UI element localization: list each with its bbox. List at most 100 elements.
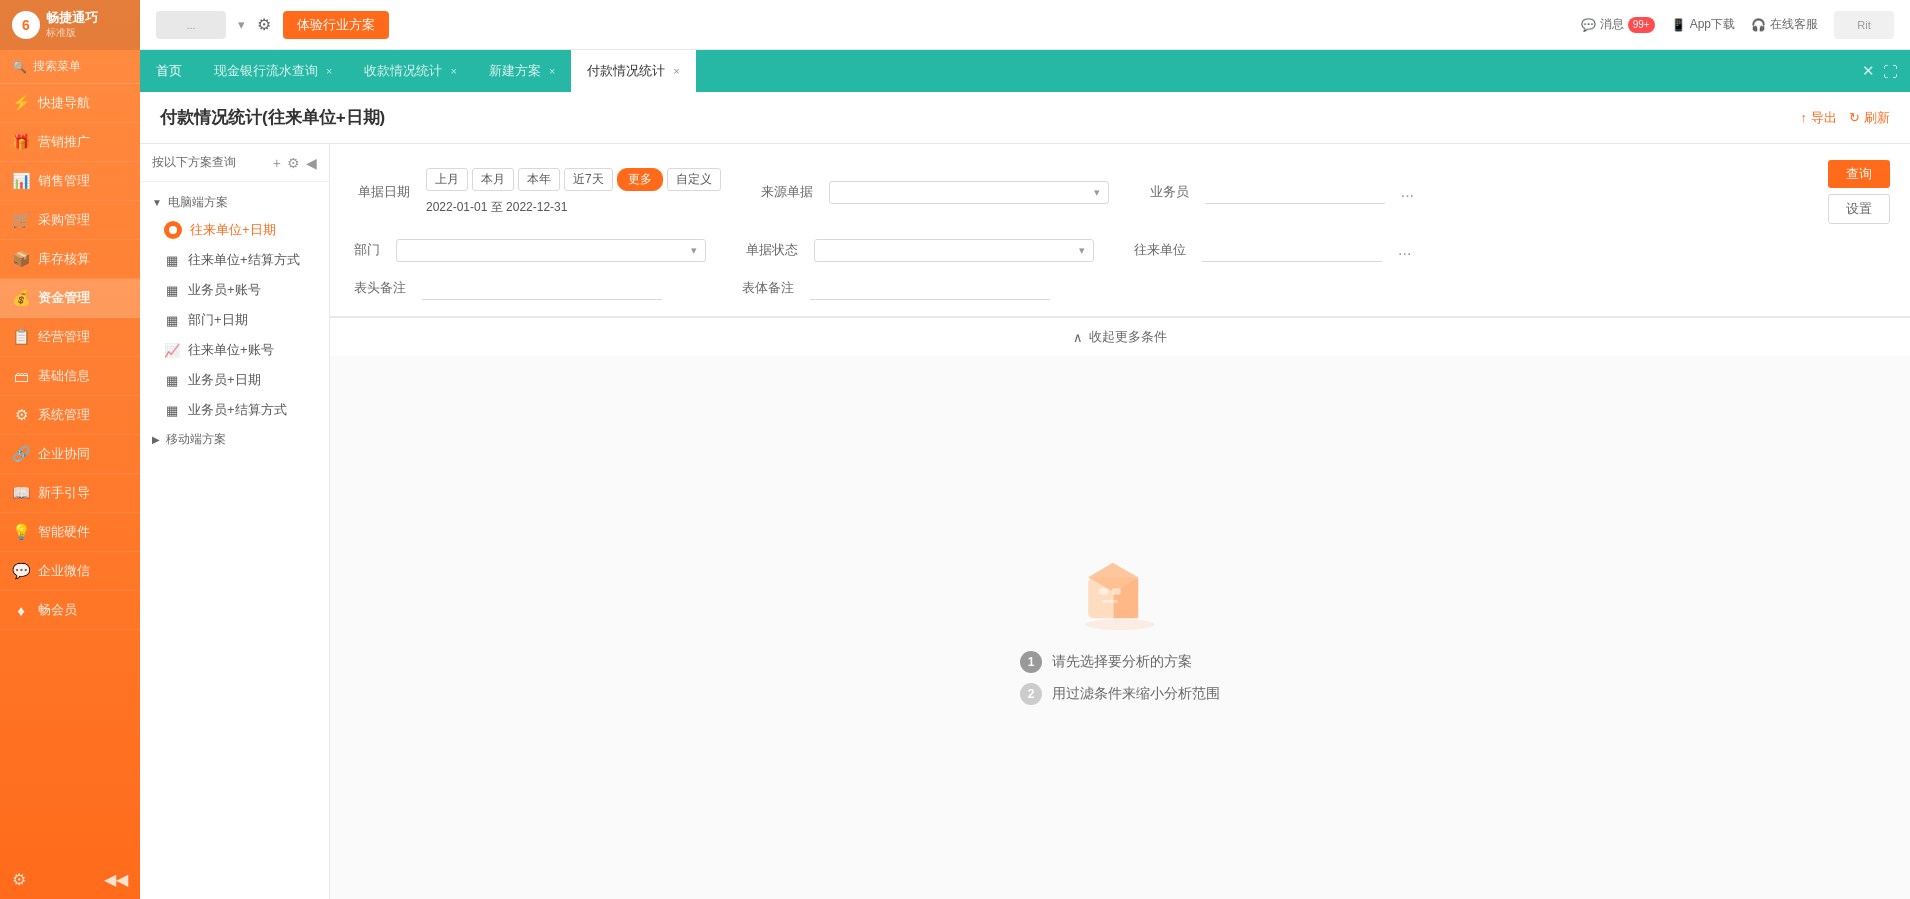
sidebar-item-purchase[interactable]: 🛒 采购管理 bbox=[0, 201, 140, 240]
scheme-panel: 按以下方案查询 + ⚙ ◀ ▼ 电脑端方案 bbox=[140, 144, 330, 899]
sidebar-item-sales[interactable]: 📊 销售管理 bbox=[0, 162, 140, 201]
collapse-sidebar-icon[interactable]: ◀◀ bbox=[104, 870, 128, 889]
scheme-collapse-icon[interactable]: ◀ bbox=[306, 155, 317, 171]
tab-receipt-stats[interactable]: 收款情况统计 × bbox=[348, 50, 472, 92]
settings-btn[interactable]: 设置 bbox=[1828, 194, 1890, 224]
tab-home[interactable]: 首页 bbox=[140, 50, 198, 92]
marketing-icon: 🎁 bbox=[12, 133, 30, 151]
dept-select[interactable]: ▾ bbox=[396, 239, 706, 262]
phone-icon: 📱 bbox=[1671, 18, 1686, 32]
partner-label: 往来单位 bbox=[1130, 241, 1186, 259]
search-icon: 🔍 bbox=[12, 60, 27, 74]
sidebar-item-vip[interactable]: ♦ 畅会员 bbox=[0, 591, 140, 630]
query-btn[interactable]: 查询 bbox=[1828, 160, 1890, 188]
sales-icon: 📊 bbox=[12, 172, 30, 190]
sidebar-item-weixin[interactable]: 💬 企业微信 bbox=[0, 552, 140, 591]
notification-icon: 💬 bbox=[1581, 18, 1596, 32]
tab-maximize-icon[interactable]: ⛶ bbox=[1883, 63, 1898, 80]
page-header-actions: ↑ 导出 ↻ 刷新 bbox=[1801, 109, 1891, 127]
empty-hint-2: 2 用过滤条件来缩小分析范围 bbox=[1020, 683, 1220, 705]
tab-close-receipt-stats[interactable]: × bbox=[450, 65, 456, 77]
guide-icon: 📖 bbox=[12, 484, 30, 502]
tab-close-payment-stats[interactable]: × bbox=[673, 65, 679, 77]
user-avatar[interactable]: Rit bbox=[1834, 11, 1894, 39]
sidebar-item-basic-info[interactable]: 🗃 基础信息 bbox=[0, 357, 140, 396]
date-btn-custom[interactable]: 自定义 bbox=[667, 168, 721, 191]
sidebar-item-capital[interactable]: 💰 资金管理 bbox=[0, 279, 140, 318]
mobile-group-arrow: ▶ bbox=[152, 434, 160, 445]
date-btn-last-7[interactable]: 近7天 bbox=[564, 168, 613, 191]
tab-payment-stats[interactable]: 付款情况统计 × bbox=[571, 50, 695, 92]
hint-number-2: 2 bbox=[1020, 683, 1042, 705]
date-btn-this-year[interactable]: 本年 bbox=[518, 168, 560, 191]
scheme-group-mobile[interactable]: ▶ 移动端方案 bbox=[140, 425, 329, 454]
scheme-group-desktop[interactable]: ▼ 电脑端方案 bbox=[140, 190, 329, 215]
sidebar-item-quick-nav[interactable]: ⚡ 快捷导航 bbox=[0, 84, 140, 123]
company-avatar: ... bbox=[156, 11, 226, 39]
date-range-display[interactable]: 2022-01-01 至 2022-12-31 bbox=[426, 199, 721, 216]
salesman-dots[interactable]: ... bbox=[1401, 183, 1414, 201]
vip-icon: ♦ bbox=[12, 601, 30, 619]
body-note-input[interactable] bbox=[810, 276, 1050, 300]
trial-btn[interactable]: 体验行业方案 bbox=[283, 11, 389, 39]
sidebar-item-enterprise[interactable]: 🔗 企业协同 bbox=[0, 435, 140, 474]
partner-input[interactable] bbox=[1202, 238, 1382, 262]
sidebar-item-system[interactable]: ⚙ 系统管理 bbox=[0, 396, 140, 435]
partner-dots[interactable]: ... bbox=[1398, 241, 1411, 259]
result-area: 1 请先选择要分析的方案 2 用过滤条件来缩小分析范围 bbox=[330, 356, 1910, 899]
dept-select-arrow: ▾ bbox=[691, 244, 697, 257]
table-icon-3: ▦ bbox=[164, 312, 180, 328]
scheme-item-partner-settle[interactable]: ▦ 往来单位+结算方式 bbox=[140, 245, 329, 275]
header-note-input[interactable] bbox=[422, 276, 662, 300]
tabbar-right: ✕ ⛶ bbox=[1850, 50, 1910, 92]
sidebar-item-operations[interactable]: 📋 经营管理 bbox=[0, 318, 140, 357]
date-btn-last-month[interactable]: 上月 bbox=[426, 168, 468, 191]
logo-sub: 标准版 bbox=[46, 26, 98, 40]
refresh-btn[interactable]: ↻ 刷新 bbox=[1849, 109, 1890, 127]
settings-footer-icon[interactable]: ⚙ bbox=[12, 870, 26, 889]
source-select[interactable]: ▾ bbox=[829, 181, 1109, 204]
scheme-settings-icon[interactable]: ⚙ bbox=[287, 155, 300, 171]
empty-illustration bbox=[1070, 546, 1170, 636]
main-area: ... ▾ ⚙ 体验行业方案 💬 消息 99+ 📱 App下载 🎧 在线客服 R… bbox=[140, 0, 1910, 899]
notification-item[interactable]: 💬 消息 99+ bbox=[1581, 16, 1655, 33]
date-btn-more[interactable]: 更多 bbox=[617, 168, 663, 191]
topbar-dropdown-arrow[interactable]: ▾ bbox=[238, 17, 245, 32]
table-icon-1: ▦ bbox=[164, 252, 180, 268]
online-service-item[interactable]: 🎧 在线客服 bbox=[1751, 16, 1818, 33]
tab-bank-flow[interactable]: 现金银行流水查询 × bbox=[198, 50, 348, 92]
tab-close-new-scheme[interactable]: × bbox=[549, 65, 555, 77]
scheme-item-salesman-settle[interactable]: ▦ 业务员+结算方式 bbox=[140, 395, 329, 425]
topbar-gear-icon[interactable]: ⚙ bbox=[257, 15, 271, 34]
date-group: 上月 本月 本年 近7天 更多 自定义 bbox=[426, 168, 721, 191]
voucher-status-select[interactable]: ▾ bbox=[814, 239, 1094, 262]
scheme-item-partner-account[interactable]: 📈 往来单位+账号 bbox=[140, 335, 329, 365]
inventory-icon: 📦 bbox=[12, 250, 30, 268]
sidebar-item-guide[interactable]: 📖 新手引导 bbox=[0, 474, 140, 513]
empty-icon-wrap bbox=[1070, 551, 1170, 631]
date-btn-this-month[interactable]: 本月 bbox=[472, 168, 514, 191]
tab-new-scheme[interactable]: 新建方案 × bbox=[473, 50, 571, 92]
scheme-add-icon[interactable]: + bbox=[273, 155, 281, 171]
scheme-item-salesman-date[interactable]: ▦ 业务员+日期 bbox=[140, 365, 329, 395]
tab-close-all-icon[interactable]: ✕ bbox=[1862, 62, 1875, 80]
filter-form: 单据日期 上月 本月 本年 近7天 更多 自定义 2022-01-01 至 20… bbox=[330, 144, 1910, 317]
sidebar-item-marketing[interactable]: 🎁 营销推广 bbox=[0, 123, 140, 162]
collapse-more-btn[interactable]: ∧ 收起更多条件 bbox=[330, 317, 1910, 356]
page-title: 付款情况统计(往来单位+日期) bbox=[160, 106, 385, 129]
sidebar-item-smart-hw[interactable]: 💡 智能硬件 bbox=[0, 513, 140, 552]
scheme-item-partner-date[interactable]: 往来单位+日期 bbox=[140, 215, 329, 245]
scheme-panel-header: 按以下方案查询 + ⚙ ◀ bbox=[140, 144, 329, 182]
app-download-item[interactable]: 📱 App下载 bbox=[1671, 16, 1735, 33]
sidebar-search[interactable]: 🔍 搜索菜单 bbox=[0, 50, 140, 84]
purchase-icon: 🛒 bbox=[12, 211, 30, 229]
export-btn[interactable]: ↑ 导出 bbox=[1801, 109, 1838, 127]
scheme-item-salesman-account[interactable]: ▦ 业务员+账号 bbox=[140, 275, 329, 305]
scheme-item-dept-date[interactable]: ▦ 部门+日期 bbox=[140, 305, 329, 335]
salesman-input[interactable] bbox=[1205, 180, 1385, 204]
table-icon-5: ▦ bbox=[164, 402, 180, 418]
tab-close-bank-flow[interactable]: × bbox=[326, 65, 332, 77]
empty-icon-box bbox=[1070, 551, 1170, 631]
enterprise-icon: 🔗 bbox=[12, 445, 30, 463]
sidebar-item-inventory[interactable]: 📦 库存核算 bbox=[0, 240, 140, 279]
